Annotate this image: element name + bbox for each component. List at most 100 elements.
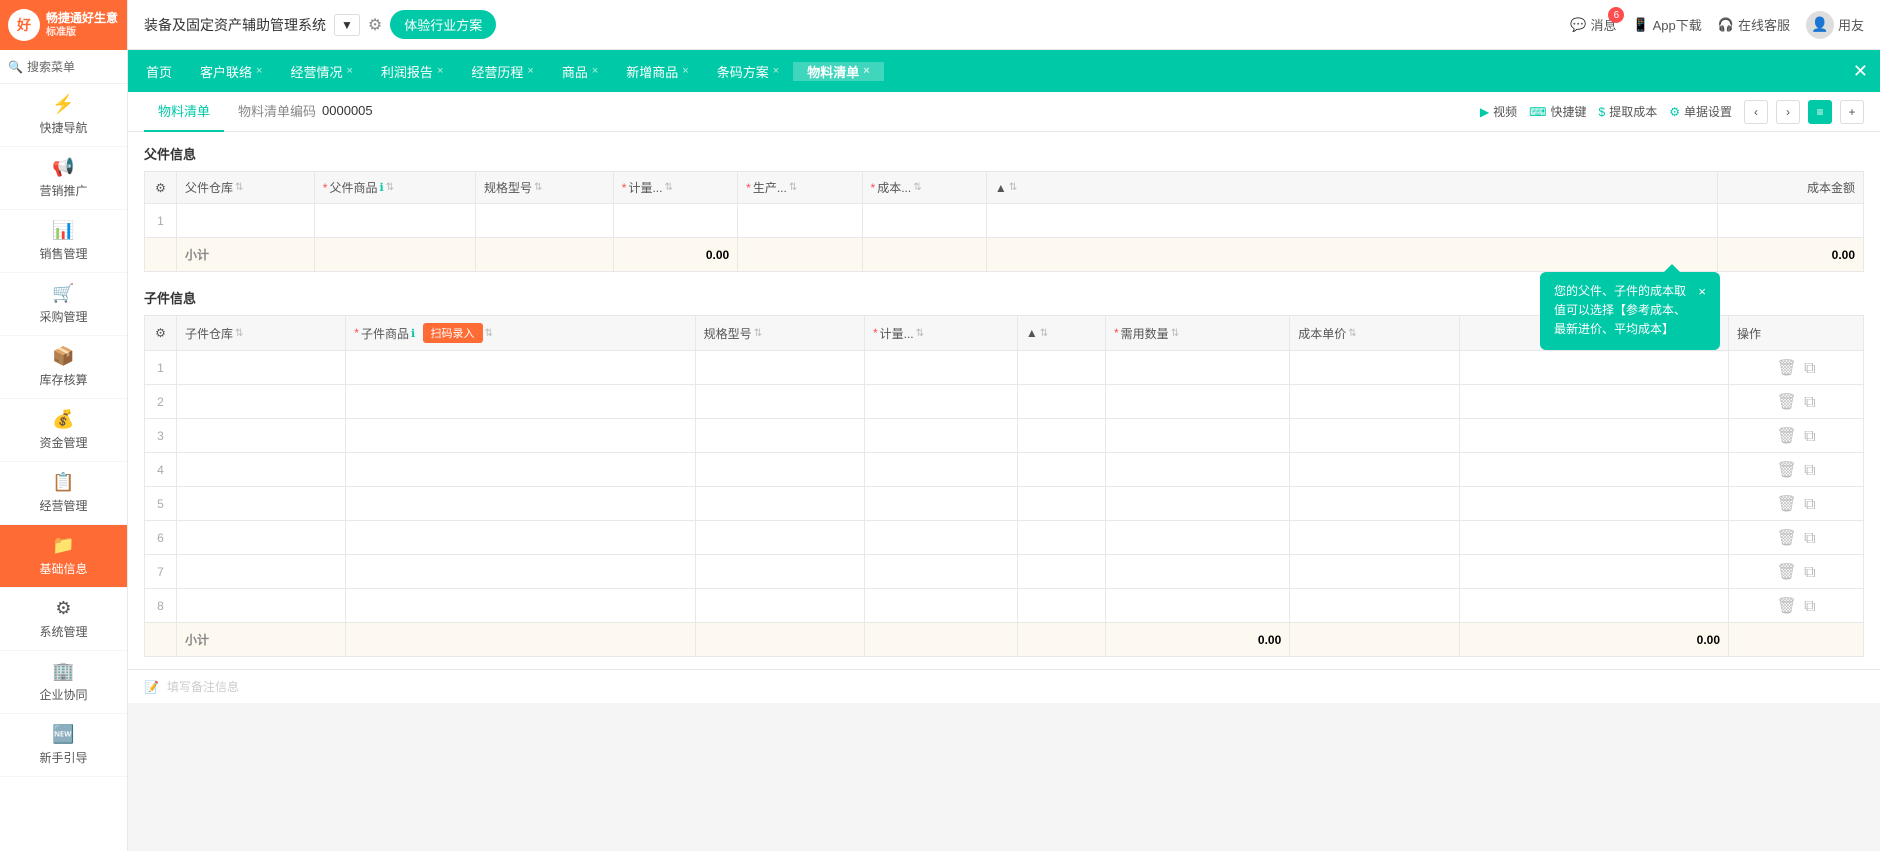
child-spec-8[interactable] bbox=[695, 589, 864, 623]
copy-row-5-button[interactable]: ⧉ bbox=[1804, 496, 1815, 513]
child-product-8[interactable] bbox=[346, 589, 695, 623]
child-extra-4[interactable] bbox=[1017, 453, 1105, 487]
child-quantity-1[interactable] bbox=[1106, 351, 1290, 385]
nav-tab-customer[interactable]: 客户联络× bbox=[186, 62, 276, 81]
doc-settings-button[interactable]: ⚙ 单据设置 bbox=[1669, 103, 1732, 120]
parent-product-1[interactable] bbox=[314, 204, 475, 238]
sidebar-item-purchase[interactable]: 🛒采购管理 bbox=[0, 273, 127, 336]
delete-row-7-button[interactable]: 🗑 bbox=[1776, 564, 1796, 581]
user-button[interactable]: 👤 用友 bbox=[1806, 11, 1864, 39]
close-tab-customer[interactable]: × bbox=[256, 65, 262, 77]
nav-tab-bom[interactable]: 物料清单× bbox=[793, 62, 883, 81]
copy-row-1-button[interactable]: ⧉ bbox=[1804, 360, 1815, 377]
child-spec-3[interactable] bbox=[695, 419, 864, 453]
child-unit-1[interactable] bbox=[864, 351, 1017, 385]
prev-record-button[interactable]: ‹ bbox=[1744, 100, 1768, 124]
parent-warehouse-1[interactable] bbox=[177, 204, 315, 238]
child-warehouse-3[interactable] bbox=[177, 419, 346, 453]
child-spec-2[interactable] bbox=[695, 385, 864, 419]
menu-view-button[interactable]: ≡ bbox=[1808, 100, 1832, 124]
child-spec-4[interactable] bbox=[695, 453, 864, 487]
child-quantity-7[interactable] bbox=[1106, 555, 1290, 589]
parent-cost-1[interactable] bbox=[862, 204, 986, 238]
add-record-button[interactable]: + bbox=[1840, 100, 1864, 124]
sidebar-item-operations[interactable]: 📋经营管理 bbox=[0, 462, 127, 525]
child-spec-6[interactable] bbox=[695, 521, 864, 555]
child-unit-5[interactable] bbox=[864, 487, 1017, 521]
nav-tab-products[interactable]: 商品× bbox=[548, 62, 612, 81]
sidebar-item-guide[interactable]: 🆕新手引导 bbox=[0, 714, 127, 777]
sidebar-item-enterprise[interactable]: 🏢企业协同 bbox=[0, 651, 127, 714]
copy-row-4-button[interactable]: ⧉ bbox=[1804, 462, 1815, 479]
child-quantity-6[interactable] bbox=[1106, 521, 1290, 555]
child-unit-cost-3[interactable] bbox=[1290, 419, 1459, 453]
video-button[interactable]: ▶ 视频 bbox=[1480, 103, 1517, 120]
online-service-button[interactable]: 🎧 在线客服 bbox=[1718, 15, 1790, 34]
child-warehouse-4[interactable] bbox=[177, 453, 346, 487]
close-tab-operations-status[interactable]: × bbox=[346, 65, 352, 77]
sidebar-item-finance[interactable]: 💰资金管理 bbox=[0, 399, 127, 462]
child-quantity-3[interactable] bbox=[1106, 419, 1290, 453]
child-product-4[interactable] bbox=[346, 453, 695, 487]
delete-row-2-button[interactable]: 🗑 bbox=[1776, 394, 1796, 411]
child-spec-1[interactable] bbox=[695, 351, 864, 385]
child-product-1[interactable] bbox=[346, 351, 695, 385]
parent-unit-1[interactable] bbox=[613, 204, 737, 238]
child-extra-1[interactable] bbox=[1017, 351, 1105, 385]
child-extra-6[interactable] bbox=[1017, 521, 1105, 555]
child-spec-7[interactable] bbox=[695, 555, 864, 589]
child-product-5[interactable] bbox=[346, 487, 695, 521]
child-warehouse-5[interactable] bbox=[177, 487, 346, 521]
copy-row-6-button[interactable]: ⧉ bbox=[1804, 530, 1815, 547]
child-product-2[interactable] bbox=[346, 385, 695, 419]
child-quantity-4[interactable] bbox=[1106, 453, 1290, 487]
nav-tab-new-products[interactable]: 新增商品× bbox=[612, 62, 702, 81]
child-quantity-8[interactable] bbox=[1106, 589, 1290, 623]
delete-row-5-button[interactable]: 🗑 bbox=[1776, 496, 1796, 513]
nav-tab-ops-history[interactable]: 经营历程× bbox=[457, 62, 547, 81]
child-spec-5[interactable] bbox=[695, 487, 864, 521]
nav-tab-operations-status[interactable]: 经营情况× bbox=[276, 62, 366, 81]
trial-button[interactable]: 体验行业方案 bbox=[390, 10, 496, 39]
delete-row-3-button[interactable]: 🗑 bbox=[1776, 428, 1796, 445]
close-tab-barcode[interactable]: × bbox=[773, 65, 779, 77]
scan-input-button[interactable]: 扫码录入 bbox=[423, 323, 483, 343]
child-unit-4[interactable] bbox=[864, 453, 1017, 487]
child-unit-2[interactable] bbox=[864, 385, 1017, 419]
child-product-7[interactable] bbox=[346, 555, 695, 589]
delete-row-6-button[interactable]: 🗑 bbox=[1776, 530, 1796, 547]
child-warehouse-2[interactable] bbox=[177, 385, 346, 419]
delete-row-8-button[interactable]: 🗑 bbox=[1776, 598, 1796, 615]
nav-tab-home[interactable]: 首页 bbox=[132, 62, 186, 81]
extract-cost-button[interactable]: $ 提取成本 bbox=[1599, 103, 1658, 120]
child-quantity-2[interactable] bbox=[1106, 385, 1290, 419]
child-unit-3[interactable] bbox=[864, 419, 1017, 453]
child-warehouse-7[interactable] bbox=[177, 555, 346, 589]
sidebar-item-basic-info[interactable]: 📁基础信息 bbox=[0, 525, 127, 588]
child-unit-cost-6[interactable] bbox=[1290, 521, 1459, 555]
child-unit-cost-4[interactable] bbox=[1290, 453, 1459, 487]
child-product-3[interactable] bbox=[346, 419, 695, 453]
child-extra-2[interactable] bbox=[1017, 385, 1105, 419]
child-warehouse-8[interactable] bbox=[177, 589, 346, 623]
next-record-button[interactable]: › bbox=[1776, 100, 1800, 124]
search-menu[interactable]: 🔍 搜索菜单 bbox=[0, 50, 127, 84]
close-tab-ops-history[interactable]: × bbox=[527, 65, 533, 77]
child-unit-8[interactable] bbox=[864, 589, 1017, 623]
copy-row-3-button[interactable]: ⧉ bbox=[1804, 428, 1815, 445]
close-tab-bom[interactable]: × bbox=[863, 65, 869, 77]
copy-row-8-button[interactable]: ⧉ bbox=[1804, 598, 1815, 615]
child-warehouse-6[interactable] bbox=[177, 521, 346, 555]
child-extra-7[interactable] bbox=[1017, 555, 1105, 589]
sidebar-item-sales[interactable]: 📊销售管理 bbox=[0, 210, 127, 273]
parent-col-settings[interactable]: ⚙ bbox=[145, 172, 177, 204]
sidebar-item-quick-nav[interactable]: ⚡快捷导航 bbox=[0, 84, 127, 147]
child-product-6[interactable] bbox=[346, 521, 695, 555]
parent-production-1[interactable] bbox=[738, 204, 862, 238]
child-unit-cost-1[interactable] bbox=[1290, 351, 1459, 385]
close-tab-profit-report[interactable]: × bbox=[437, 65, 443, 77]
delete-row-4-button[interactable]: 🗑 bbox=[1776, 462, 1796, 479]
child-quantity-5[interactable] bbox=[1106, 487, 1290, 521]
delete-row-1-button[interactable]: 🗑 bbox=[1776, 360, 1796, 377]
child-extra-5[interactable] bbox=[1017, 487, 1105, 521]
